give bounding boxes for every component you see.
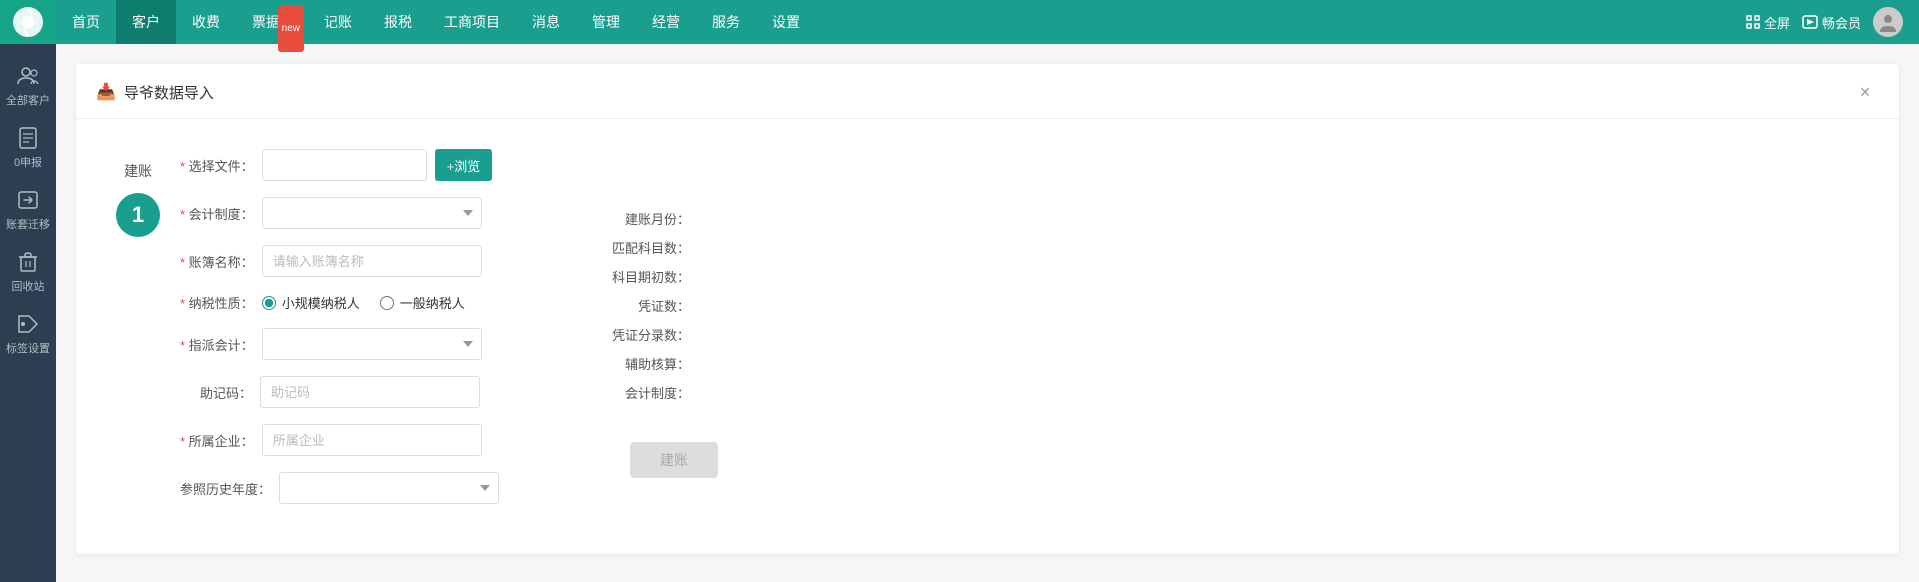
nav-item-settings[interactable]: 设置 [756,0,816,44]
sidebar-item-all-clients[interactable]: 全部客户 [0,54,56,116]
fullscreen-btn[interactable]: 全屏 [1746,13,1790,32]
tax-general-text: 一般纳税人 [400,293,465,312]
nav-item-operation[interactable]: 经营 [636,0,696,44]
panel-title-icon: 📥 [96,82,116,102]
nav-items: 首页 客户 收费 票据 new 记账 报税 工商项目 消息 管理 经营 服务 设… [56,0,1746,44]
tax-label: 纳税性质： [180,293,254,312]
nav-item-bookkeeping[interactable]: 记账 [308,0,368,44]
info-row-aux: 辅助核算： [600,354,718,373]
info-voucher-entries-label: 凭证分录数： [600,325,690,344]
declaration-icon [14,126,42,150]
company-input[interactable] [262,424,482,456]
memo-row: 助记码： [180,376,540,408]
accountant-row: 指派会计： [180,328,540,360]
tax-radio-group: 小规模纳税人 一般纳税人 [262,293,465,312]
memo-label: 助记码： [180,383,252,402]
nav-item-clients[interactable]: 客户 [116,0,176,44]
nav-item-tax[interactable]: 报税 [368,0,428,44]
close-button[interactable]: × [1851,78,1879,106]
sidebar-item-tag-settings-label: 标签设置 [6,340,50,356]
accountant-label: 指派会计： [180,335,254,354]
info-aux-label: 辅助核算： [600,354,690,373]
sidebar-item-account-migrate-label: 账套迁移 [6,216,50,232]
step-block: 建账 1 选择文件： +浏览 会计制度： [116,149,540,504]
fullscreen-icon [1746,15,1760,29]
info-match-label: 匹配科目数： [600,238,690,257]
info-panel: 建账月份： 匹配科目数： 科目期初数： 凭证数： [600,149,718,504]
info-voucher-label: 凭证数： [600,296,690,315]
step-circle: 1 [116,193,160,237]
tax-small-text: 小规模纳税人 [282,293,360,312]
ledger-label: 账簿名称： [180,252,254,271]
recycle-icon [14,250,42,274]
tax-small-label[interactable]: 小规模纳税人 [262,293,360,312]
accountant-select[interactable] [262,328,482,360]
form-area: 建账 1 选择文件： +浏览 会计制度： [76,119,1899,524]
nav-item-business[interactable]: 工商项目 [428,0,516,44]
tag-settings-icon [14,312,42,336]
accounting-select[interactable] [262,197,482,229]
file-label: 选择文件： [180,156,254,175]
memo-input[interactable] [260,376,480,408]
sidebar-item-declaration-label: 0申报 [14,154,42,170]
main-content: 📥 导爷数据导入 × 建账 1 选择文件： [56,44,1919,582]
ticket-badge: new [278,6,304,52]
panel-title: 📥 导爷数据导入 [96,82,214,103]
info-init-label: 科目期初数： [600,267,690,286]
build-account-button[interactable]: 建账 [630,442,718,478]
info-month-label: 建账月份： [600,209,690,228]
info-row-accounting: 会计制度： [600,383,718,402]
account-migrate-icon [14,188,42,212]
tax-general-radio[interactable] [380,296,394,310]
info-row-voucher-entries: 凭证分录数： [600,325,718,344]
sidebar-item-recycle-label: 回收站 [12,278,45,294]
tax-row: 纳税性质： 小规模纳税人 一般纳税人 [180,293,540,312]
play-icon [1802,15,1818,29]
browse-button[interactable]: +浏览 [435,149,493,181]
logo[interactable] [0,0,56,44]
sidebar-item-recycle[interactable]: 回收站 [0,240,56,302]
panel-title-text: 导爷数据导入 [124,82,214,103]
history-select[interactable] [279,472,499,504]
company-row: 所属企业： [180,424,540,456]
history-row: 参照历史年度： [180,472,540,504]
form-column: 选择文件： +浏览 会计制度： 账簿 [180,149,540,504]
tax-general-label[interactable]: 一般纳税人 [380,293,465,312]
sidebar-item-tag-settings[interactable]: 标签设置 [0,302,56,364]
ledger-input[interactable] [262,245,482,277]
sidebar: 全部客户 0申报 账套迁移 回收站 标签设置 [0,44,56,582]
nav-item-ticket[interactable]: 票据 new [236,0,308,44]
all-clients-icon [14,64,42,88]
nav-item-home[interactable]: 首页 [56,0,116,44]
company-label: 所属企业： [180,431,254,450]
nav-item-service[interactable]: 服务 [696,0,756,44]
nav-item-fee[interactable]: 收费 [176,0,236,44]
panel-header: 📥 导爷数据导入 × [76,64,1899,119]
ledger-row: 账簿名称： [180,245,540,277]
step-label: 建账 [124,161,152,181]
nav-item-manage[interactable]: 管理 [576,0,636,44]
nav-item-message[interactable]: 消息 [516,0,576,44]
sidebar-item-declaration[interactable]: 0申报 [0,116,56,178]
info-row-month: 建账月份： [600,209,718,228]
build-btn-wrap: 建账 [600,432,718,478]
info-row-match: 匹配科目数： [600,238,718,257]
file-input[interactable] [262,149,427,181]
info-accounting-label: 会计制度： [600,383,690,402]
member-btn[interactable]: 畅会员 [1802,13,1861,32]
sidebar-item-account-migrate[interactable]: 账套迁移 [0,178,56,240]
history-label: 参照历史年度： [180,479,271,498]
nav-right: 全屏 畅会员 [1746,7,1919,37]
sidebar-item-all-clients-label: 全部客户 [6,92,50,108]
main-layout: 全部客户 0申报 账套迁移 回收站 标签设置 [0,44,1919,582]
top-nav: 首页 客户 收费 票据 new 记账 报税 工商项目 消息 管理 经营 服务 设… [0,0,1919,44]
info-row-voucher: 凭证数： [600,296,718,315]
info-row-init: 科目期初数： [600,267,718,286]
tax-small-radio[interactable] [262,296,276,310]
accounting-label: 会计制度： [180,204,254,223]
file-row: 选择文件： +浏览 [180,149,540,181]
panel: 📥 导爷数据导入 × 建账 1 选择文件： [76,64,1899,554]
user-avatar[interactable] [1873,7,1903,37]
accounting-row: 会计制度： [180,197,540,229]
